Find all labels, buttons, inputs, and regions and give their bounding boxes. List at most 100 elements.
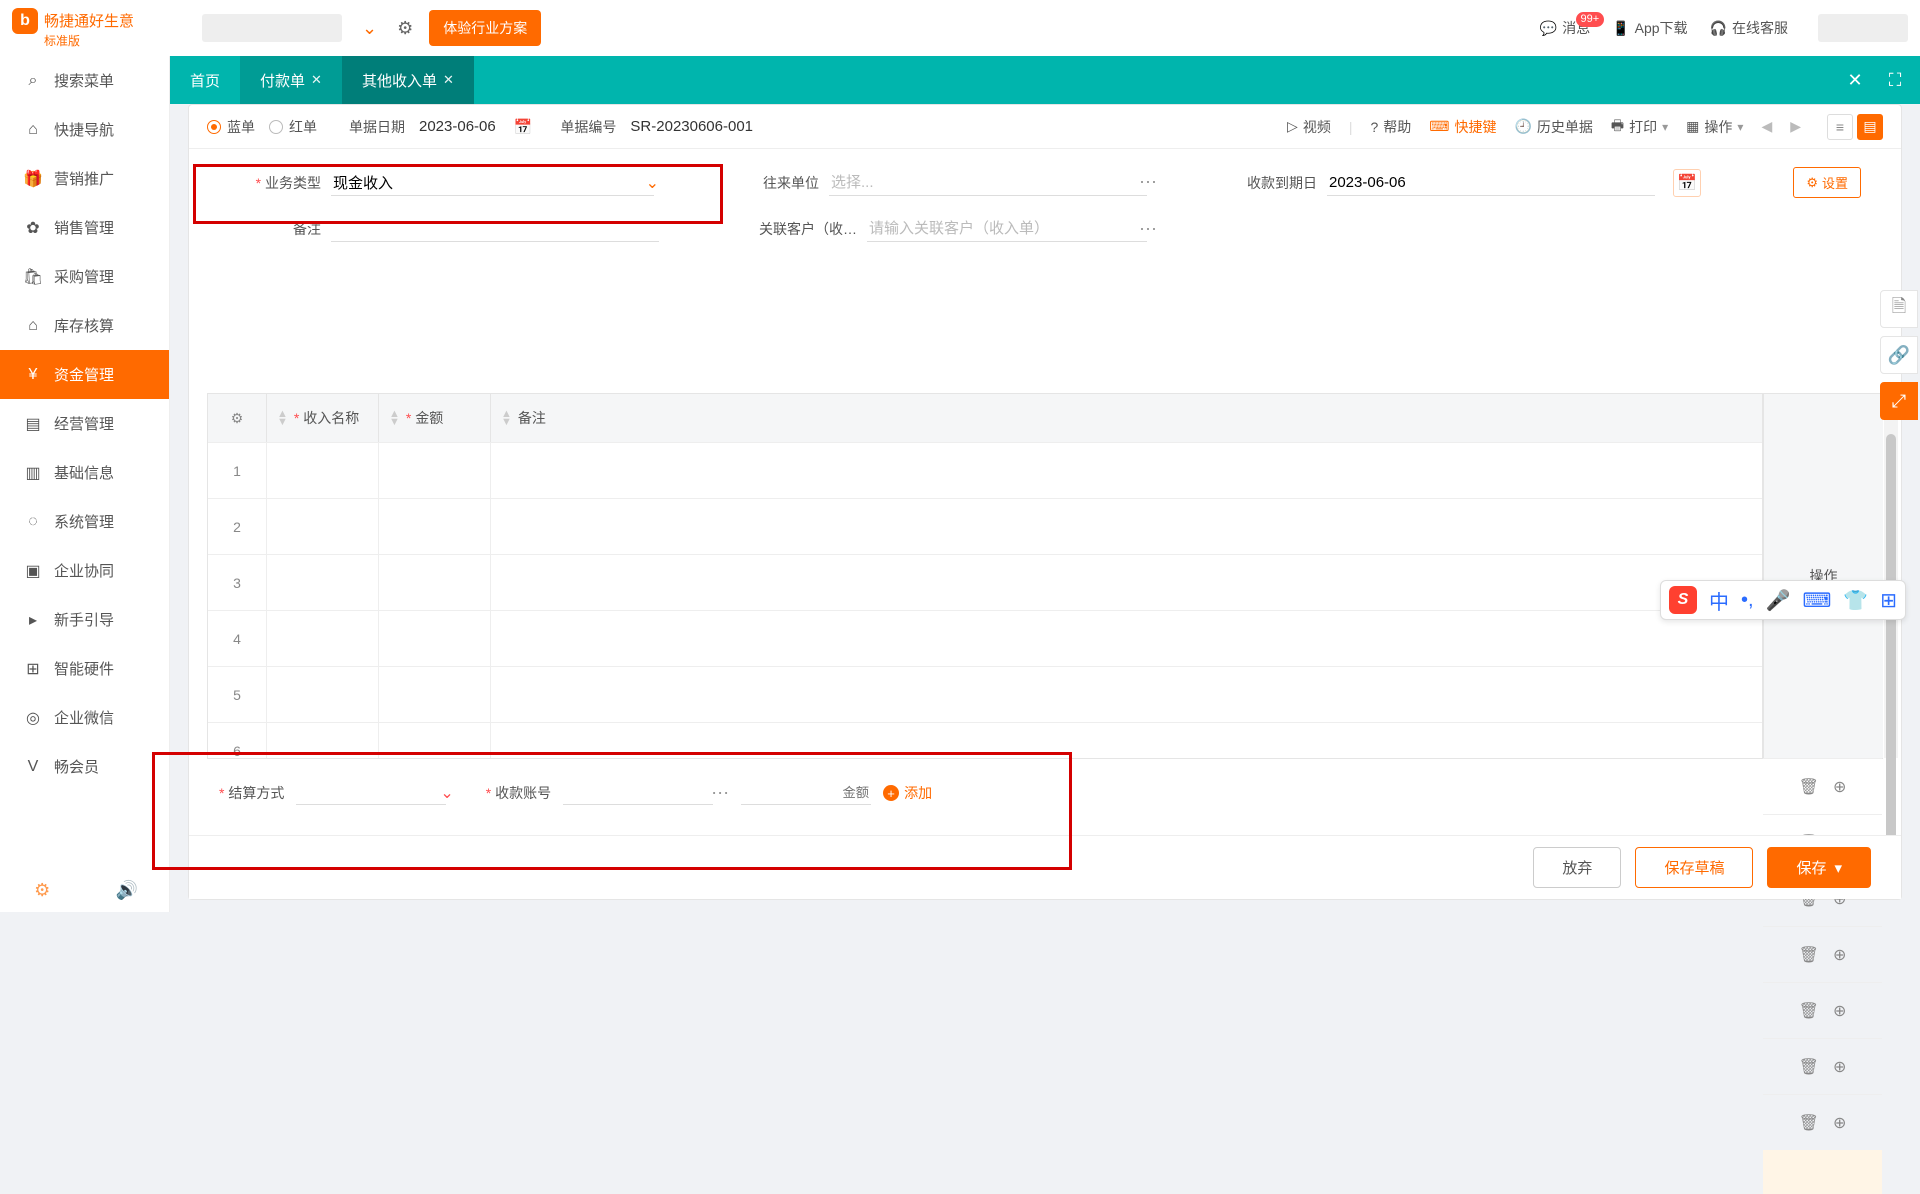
save-draft-button[interactable]: 保存草稿 — [1635, 847, 1753, 888]
sidebar-item-6[interactable]: ¥资金管理 — [0, 350, 169, 399]
save-button[interactable]: 保存▾ — [1767, 847, 1871, 888]
ime-toolbar[interactable]: S 中 •, 🎤 ⌨ 👕 ⊞ — [1660, 580, 1906, 620]
more-icon[interactable]: ⋯ — [1139, 172, 1157, 193]
abandon-button[interactable]: 放弃 — [1533, 847, 1621, 888]
online-service-link[interactable]: 🎧 在线客服 — [1710, 18, 1788, 38]
sidebar-item-2[interactable]: 🎁营销推广 — [0, 154, 169, 203]
calendar-icon[interactable]: 📅 — [514, 118, 533, 136]
delete-row-icon[interactable]: 🗑 — [1799, 1113, 1819, 1133]
settle-amount-input[interactable] — [741, 781, 871, 805]
more-icon[interactable]: ⋯ — [1139, 219, 1157, 240]
print-link[interactable]: 🖶打印 ▾ — [1611, 115, 1668, 139]
chevron-down-icon[interactable]: ⌄ — [440, 783, 453, 803]
sidebar-item-0[interactable]: ⌕搜索菜单 — [0, 56, 169, 105]
col-amount[interactable]: ▲▼金额 — [378, 394, 490, 442]
tab-fullscreen-icon[interactable]: ⛶ — [1878, 63, 1912, 97]
sidebar-icon: ✿ — [24, 218, 42, 238]
rail-expand-icon[interactable]: ⤢ — [1880, 382, 1918, 420]
tab-close-all-icon[interactable]: ✕ — [1838, 63, 1872, 97]
sidebar-item-5[interactable]: ⌂库存核算 — [0, 301, 169, 350]
table-row[interactable]: 5 — [208, 666, 1762, 722]
delete-row-icon[interactable]: 🗑 — [1799, 1057, 1819, 1077]
sidebar-footer-settings[interactable]: ⚙ — [0, 868, 85, 912]
delete-row-icon[interactable]: 🗑 — [1799, 945, 1819, 965]
settings-button[interactable]: ⚙设置 — [1793, 167, 1861, 198]
tab-0[interactable]: 首页 — [170, 56, 240, 104]
company-selector[interactable] — [202, 14, 342, 42]
table-head: ⚙ ▲▼收入名称 ▲▼金额 ▲▼备注 — [208, 394, 1762, 442]
close-icon[interactable]: ✕ — [443, 72, 454, 88]
ime-lang[interactable]: 中 — [1709, 586, 1729, 615]
sidebar-item-8[interactable]: ▥基础信息 — [0, 448, 169, 497]
sidebar-item-13[interactable]: ◎企业微信 — [0, 693, 169, 742]
tab-1[interactable]: 付款单✕ — [240, 56, 342, 104]
sidebar-item-7[interactable]: ▤经营管理 — [0, 399, 169, 448]
ime-skin-icon[interactable]: 👕 — [1843, 588, 1868, 613]
table-row[interactable]: 2 — [208, 498, 1762, 554]
app-download-link[interactable]: 📱 App下载 — [1612, 18, 1687, 38]
next-record-icon[interactable]: ▶ — [1790, 118, 1801, 135]
sidebar-label: 企业微信 — [54, 707, 114, 728]
sidebar-item-4[interactable]: 🛍采购管理 — [0, 252, 169, 301]
sidebar-item-1[interactable]: ⌂快捷导航 — [0, 105, 169, 154]
partner-input[interactable] — [829, 170, 1147, 196]
copy-row-icon[interactable]: ⊕ — [1833, 1001, 1846, 1021]
shortcut-link[interactable]: ⌨快捷键 — [1429, 117, 1496, 137]
view-list-icon[interactable]: ≡ — [1827, 114, 1853, 140]
due-date-calendar-icon[interactable]: 📅 — [1673, 169, 1701, 197]
video-link[interactable]: ▷视频 — [1287, 117, 1331, 137]
copy-row-icon[interactable]: ⊕ — [1833, 1113, 1846, 1133]
tab-2[interactable]: 其他收入单✕ — [342, 56, 474, 104]
messages-link[interactable]: 💬 消息 99+ — [1540, 18, 1590, 38]
more-icon[interactable]: ⋯ — [711, 783, 729, 804]
col-income[interactable]: ▲▼收入名称 — [266, 394, 378, 442]
company-chevron-icon[interactable]: ⌄ — [362, 18, 377, 39]
sidebar-item-11[interactable]: ▸新手引导 — [0, 595, 169, 644]
bill-date-value[interactable]: 2023-06-06 — [419, 118, 496, 135]
settle-add-button[interactable]: +添加 — [883, 783, 932, 803]
ime-punct-icon[interactable]: •, — [1741, 589, 1754, 612]
table-row[interactable]: 1 — [208, 442, 1762, 498]
remark-input[interactable] — [331, 216, 659, 242]
biz-type-input[interactable] — [331, 170, 654, 196]
bill-red-radio[interactable]: 红单 — [269, 117, 317, 137]
bill-blue-radio[interactable]: 蓝单 — [207, 117, 255, 137]
settle-method-input[interactable] — [296, 781, 446, 805]
copy-row-icon[interactable]: ⊕ — [1833, 1057, 1846, 1077]
chevron-down-icon[interactable]: ⌄ — [646, 173, 659, 193]
ime-mic-icon[interactable]: 🎤 — [1766, 588, 1791, 613]
operate-link[interactable]: ▦操作 ▾ — [1686, 117, 1743, 137]
sidebar-icon: ⌕ — [24, 72, 42, 90]
table-row[interactable]: 6 — [208, 722, 1762, 758]
table-row[interactable]: 4 — [208, 610, 1762, 666]
col-remark[interactable]: ▲▼备注 — [490, 394, 1762, 442]
table-row[interactable]: 3 — [208, 554, 1762, 610]
vertical-scrollbar[interactable] — [1884, 394, 1898, 758]
due-date-input[interactable] — [1327, 170, 1655, 196]
ime-toolbox-icon[interactable]: ⊞ — [1880, 588, 1897, 613]
user-avatar[interactable] — [1818, 14, 1908, 42]
column-settings-icon[interactable]: ⚙ — [208, 410, 266, 427]
prev-record-icon[interactable]: ◀ — [1761, 118, 1772, 135]
settings-gear-icon[interactable]: ⚙ — [397, 18, 413, 39]
sidebar-label: 系统管理 — [54, 511, 114, 532]
sidebar-icon: ▸ — [24, 610, 42, 630]
rail-attach-icon[interactable]: 🔗 — [1880, 336, 1918, 374]
sidebar-item-14[interactable]: V畅会员 — [0, 742, 169, 791]
rail-note-icon[interactable]: 🗎 — [1880, 290, 1918, 328]
settle-account-input[interactable] — [563, 781, 713, 805]
sidebar-item-12[interactable]: ⊞智能硬件 — [0, 644, 169, 693]
try-industry-button[interactable]: 体验行业方案 — [429, 10, 541, 46]
help-link[interactable]: ?帮助 — [1370, 117, 1411, 137]
sidebar-footer-sound[interactable]: 🔊 — [85, 868, 170, 912]
sidebar-item-9[interactable]: ◌系统管理 — [0, 497, 169, 546]
rel-customer-input[interactable] — [867, 216, 1147, 242]
sidebar-item-10[interactable]: ▣企业协同 — [0, 546, 169, 595]
delete-row-icon[interactable]: 🗑 — [1799, 1001, 1819, 1021]
copy-row-icon[interactable]: ⊕ — [1833, 945, 1846, 965]
history-link[interactable]: 🕘历史单据 — [1514, 117, 1592, 137]
ime-keyboard-icon[interactable]: ⌨ — [1802, 588, 1831, 613]
view-form-icon[interactable]: ▤ — [1857, 114, 1883, 140]
sidebar-item-3[interactable]: ✿销售管理 — [0, 203, 169, 252]
close-icon[interactable]: ✕ — [311, 72, 322, 88]
